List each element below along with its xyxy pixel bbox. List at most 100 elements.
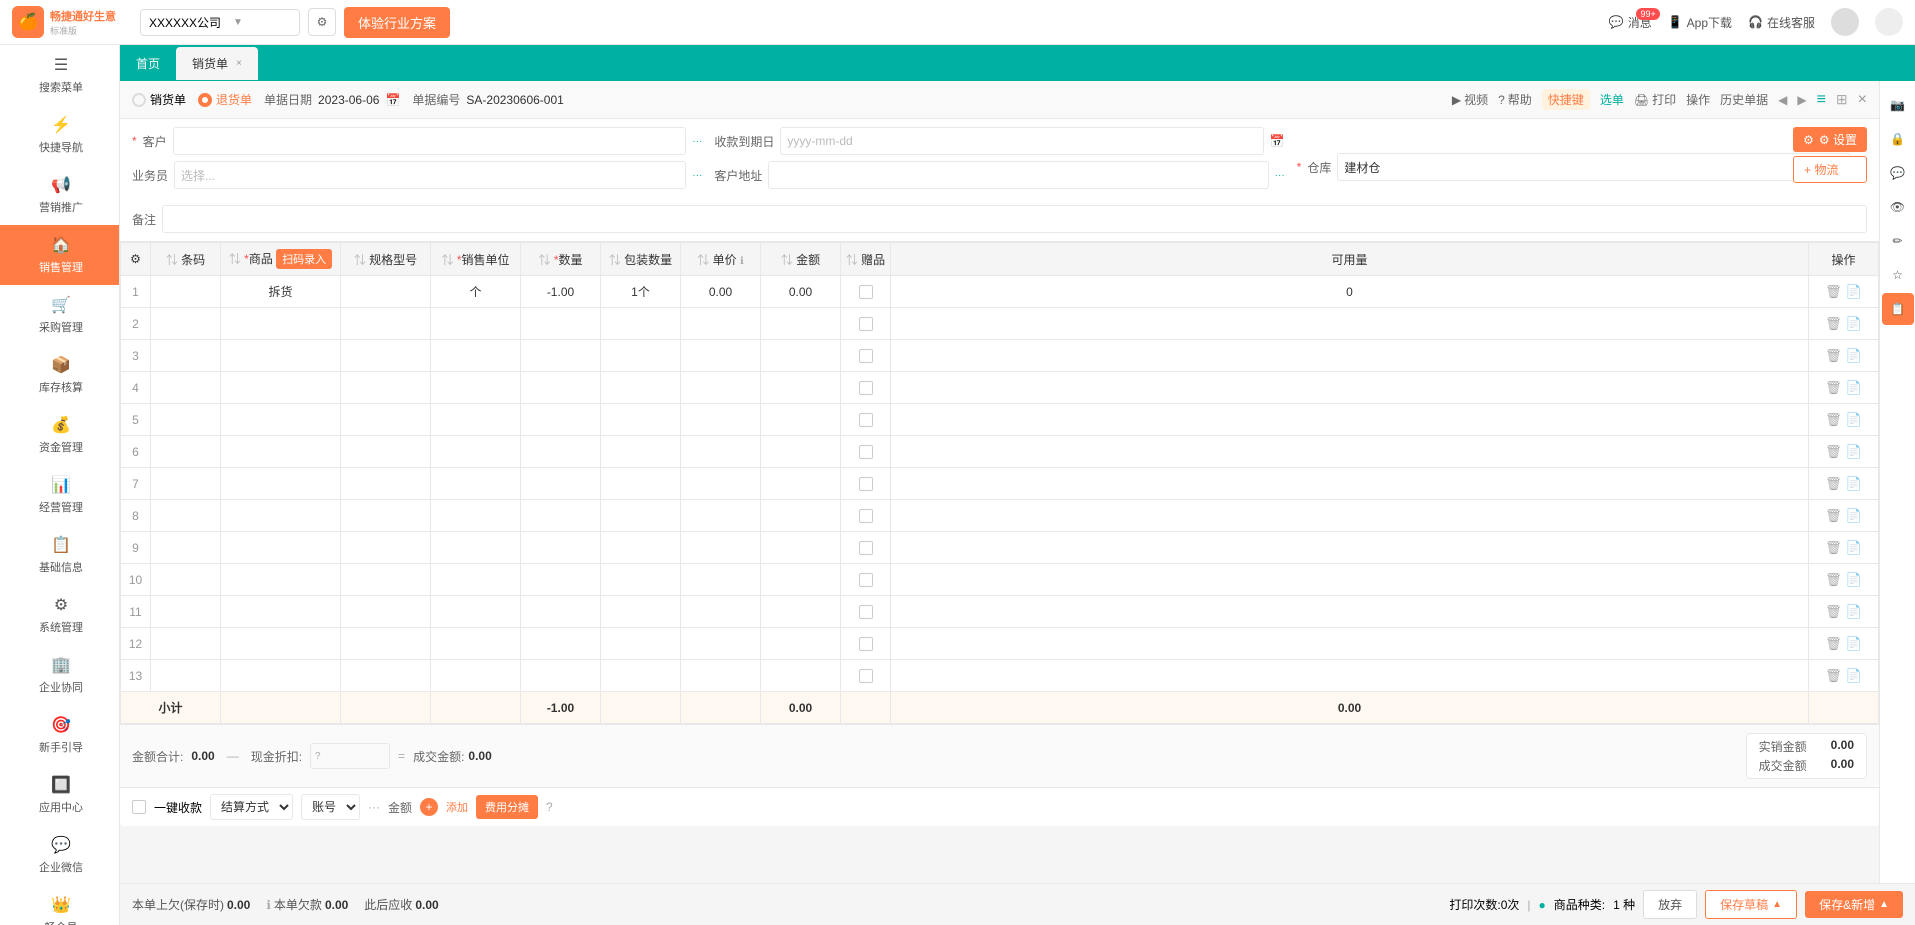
cell-gift[interactable] <box>841 532 891 564</box>
sidebar-item-system[interactable]: ⚙ 系统管理 <box>0 585 119 645</box>
cell-barcode[interactable] <box>151 500 221 532</box>
column-settings-icon[interactable]: ⚙ <box>130 252 141 266</box>
cell-product[interactable] <box>221 500 341 532</box>
cell-gift[interactable] <box>841 308 891 340</box>
calendar-icon[interactable]: 📅 <box>385 93 400 107</box>
cell-product[interactable] <box>221 436 341 468</box>
cell-amount[interactable] <box>761 660 841 692</box>
rp-chat[interactable]: 💬 <box>1882 157 1914 189</box>
cell-unit-price[interactable] <box>681 564 761 596</box>
cell-pack-qty[interactable] <box>601 468 681 500</box>
cell-barcode[interactable] <box>151 340 221 372</box>
cell-unit[interactable] <box>431 468 521 500</box>
cell-unit[interactable] <box>431 372 521 404</box>
delete-icon[interactable]: 🗑 <box>1825 444 1842 460</box>
cell-product[interactable] <box>221 340 341 372</box>
customer-more-btn[interactable]: ··· <box>692 136 702 147</box>
customer-address-input[interactable] <box>768 161 1268 189</box>
gift-checkbox[interactable] <box>859 285 873 299</box>
cell-spec[interactable] <box>341 436 431 468</box>
copy-icon[interactable]: 📄 <box>1846 508 1862 524</box>
cell-amount[interactable] <box>761 340 841 372</box>
cell-barcode[interactable] <box>151 628 221 660</box>
salesperson-input[interactable]: 选择... <box>174 161 686 189</box>
cell-gift[interactable] <box>841 564 891 596</box>
avatar[interactable] <box>1831 8 1859 36</box>
rp-eye[interactable]: 👁 <box>1882 191 1914 223</box>
gift-checkbox[interactable] <box>859 317 873 331</box>
cell-amount[interactable] <box>761 596 841 628</box>
delete-icon[interactable]: 🗑 <box>1825 636 1842 652</box>
cell-qty[interactable] <box>521 532 601 564</box>
sort-spec-icon[interactable]: ⇅ <box>354 253 366 267</box>
cell-gift[interactable] <box>841 628 891 660</box>
operate-link[interactable]: 操作 <box>1686 91 1710 108</box>
copy-icon[interactable]: 📄 <box>1846 636 1862 652</box>
sort-product-icon[interactable]: ⇅ <box>229 252 241 266</box>
cell-pack-qty[interactable] <box>601 436 681 468</box>
cell-qty[interactable] <box>521 404 601 436</box>
avatar-secondary[interactable] <box>1875 8 1903 36</box>
sort-pack-icon[interactable]: ⇅ <box>609 253 621 267</box>
cell-pack-qty[interactable] <box>601 500 681 532</box>
sort-unit-icon[interactable]: ⇅ <box>441 253 453 267</box>
cell-unit-price[interactable] <box>681 340 761 372</box>
sidebar-item-operations[interactable]: 📊 经营管理 <box>0 465 119 525</box>
cell-product[interactable]: 拆货 <box>221 276 341 308</box>
copy-icon[interactable]: 📄 <box>1846 540 1862 556</box>
cell-unit-price[interactable] <box>681 372 761 404</box>
cell-product[interactable] <box>221 532 341 564</box>
gift-checkbox[interactable] <box>859 477 873 491</box>
cell-unit[interactable] <box>431 340 521 372</box>
cell-unit-price[interactable] <box>681 468 761 500</box>
cell-product[interactable] <box>221 564 341 596</box>
cell-barcode[interactable] <box>151 436 221 468</box>
sidebar-item-finance[interactable]: 💰 资金管理 <box>0 405 119 465</box>
copy-icon[interactable]: 📄 <box>1846 316 1862 332</box>
cell-pack-qty[interactable] <box>601 660 681 692</box>
delete-icon[interactable]: 🗑 <box>1825 348 1842 364</box>
cell-barcode[interactable] <box>151 308 221 340</box>
sort-gift-icon[interactable]: ⇅ <box>846 253 858 267</box>
cell-qty[interactable] <box>521 340 601 372</box>
settings-button[interactable]: ⚙ ⚙ 设置 <box>1793 127 1867 152</box>
payment-dots[interactable]: ··· <box>368 800 380 814</box>
settings-icon[interactable]: ⚙ <box>308 8 336 36</box>
cell-spec[interactable] <box>341 340 431 372</box>
logistics-button[interactable]: + 物流 <box>1793 156 1867 183</box>
cell-qty[interactable] <box>521 564 601 596</box>
cell-gift[interactable] <box>841 468 891 500</box>
cell-spec[interactable] <box>341 500 431 532</box>
cell-qty[interactable] <box>521 628 601 660</box>
cell-pack-qty[interactable] <box>601 308 681 340</box>
cell-unit[interactable] <box>431 660 521 692</box>
sort-barcode-icon[interactable]: ⇅ <box>166 253 178 267</box>
rp-action[interactable]: 📋 <box>1882 293 1914 325</box>
payment-account-select[interactable]: 账号 <box>301 794 360 820</box>
cell-product[interactable] <box>221 628 341 660</box>
th-config[interactable]: ⚙ <box>121 243 151 276</box>
delete-icon[interactable]: 🗑 <box>1825 412 1842 428</box>
cell-pack-qty[interactable] <box>601 564 681 596</box>
gift-checkbox[interactable] <box>859 381 873 395</box>
cell-barcode[interactable] <box>151 532 221 564</box>
cell-unit-price[interactable] <box>681 596 761 628</box>
cell-product[interactable] <box>221 660 341 692</box>
cell-gift[interactable] <box>841 404 891 436</box>
cell-gift[interactable] <box>841 276 891 308</box>
gift-checkbox[interactable] <box>859 669 873 683</box>
cell-qty[interactable]: -1.00 <box>521 276 601 308</box>
cell-spec[interactable] <box>341 660 431 692</box>
cell-spec[interactable] <box>341 276 431 308</box>
save-new-button[interactable]: 保存&新增 ▲ <box>1805 891 1903 918</box>
cell-unit[interactable]: 个 <box>431 276 521 308</box>
notes-input[interactable] <box>162 205 1867 233</box>
rp-edit[interactable]: ✏ <box>1882 225 1914 257</box>
cell-pack-qty[interactable]: 1个 <box>601 276 681 308</box>
sidebar-item-purchase[interactable]: 🛒 采购管理 <box>0 285 119 345</box>
payment-date-input[interactable]: yyyy-mm-dd <box>780 127 1263 155</box>
cell-barcode[interactable] <box>151 372 221 404</box>
cell-barcode[interactable] <box>151 564 221 596</box>
cell-spec[interactable] <box>341 628 431 660</box>
tab-sales-order[interactable]: 销货单 × <box>176 47 258 80</box>
